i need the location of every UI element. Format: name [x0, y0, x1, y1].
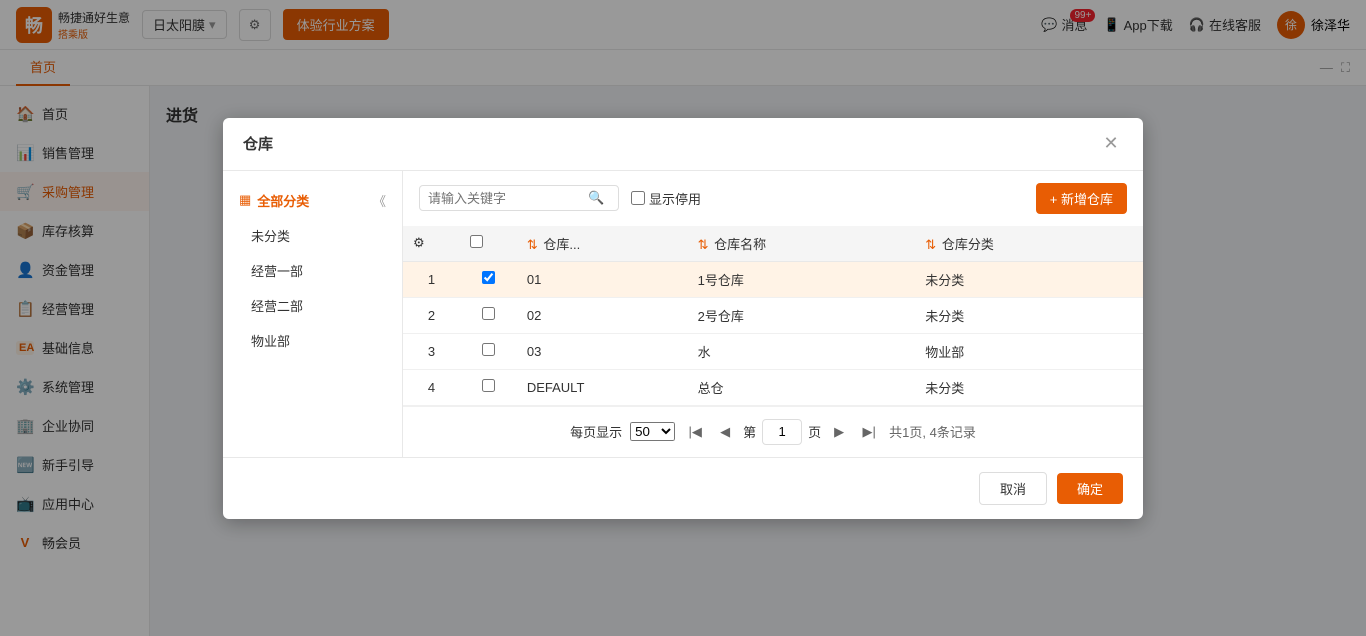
table-row[interactable]: 4 DEFAULT 总仓 未分类 — [403, 369, 1143, 405]
category-all-item[interactable]: ▦ 全部分类 《 — [223, 183, 402, 218]
grid-icon: ▦ — [239, 192, 251, 208]
last-page-btn[interactable]: ▶| — [857, 420, 881, 444]
category-item-2[interactable]: 经营二部 — [223, 288, 402, 323]
category-item-0[interactable]: 未分类 — [223, 218, 402, 253]
first-page-btn[interactable]: |◀ — [683, 420, 707, 444]
prev-page-btn[interactable]: ◀ — [713, 420, 737, 444]
row-index: 2 — [403, 297, 460, 333]
cancel-button[interactable]: 取消 — [979, 472, 1047, 505]
per-page-select[interactable]: 50 100 — [630, 422, 675, 441]
show-disabled-toggle[interactable]: 显示停用 — [631, 189, 701, 208]
show-disabled-checkbox[interactable] — [631, 191, 645, 205]
page-unit: 页 — [808, 422, 821, 441]
row-category: 未分类 — [915, 297, 1143, 333]
row-index: 3 — [403, 333, 460, 369]
row-name: 2号仓库 — [688, 297, 916, 333]
search-input[interactable] — [428, 191, 588, 206]
search-field[interactable]: 🔍 — [419, 185, 619, 211]
category-panel: ▦ 全部分类 《 未分类 经营一部 经营二部 物业部 — [223, 171, 403, 457]
row-name: 1号仓库 — [688, 261, 916, 297]
warehouse-modal: 仓库 ✕ ▦ 全部分类 《 未分类 经营一部 经营二部 物业部 — [223, 118, 1143, 519]
sort-cat-icon: ⇅ — [925, 237, 936, 252]
category-collapse-icon[interactable]: 《 — [373, 191, 386, 210]
category-item-1[interactable]: 经营一部 — [223, 253, 402, 288]
row-checkbox[interactable] — [482, 307, 495, 320]
confirm-button[interactable]: 确定 — [1057, 473, 1123, 504]
per-page-label: 每页显示 — [570, 422, 622, 441]
category-item-3[interactable]: 物业部 — [223, 323, 402, 358]
row-code: DEFAULT — [517, 369, 688, 405]
row-check[interactable] — [460, 333, 517, 369]
table-toolbar: 🔍 显示停用 + 新增仓库 — [403, 171, 1143, 226]
row-category: 未分类 — [915, 369, 1143, 405]
row-index: 4 — [403, 369, 460, 405]
table-scroll: ⚙ ⇅ 仓库... ⇅ — [403, 226, 1143, 406]
row-check[interactable] — [460, 261, 517, 297]
row-checkbox[interactable] — [482, 379, 495, 392]
modal-footer: 取消 确定 — [223, 457, 1143, 519]
column-settings-icon[interactable]: ⚙ — [413, 235, 425, 250]
row-checkbox[interactable] — [482, 343, 495, 356]
modal-body: ▦ 全部分类 《 未分类 经营一部 经营二部 物业部 🔍 — [223, 171, 1143, 457]
table-body: 1 01 1号仓库 未分类 2 02 2号仓库 未分类 3 03 水 物业部 4… — [403, 261, 1143, 405]
row-category: 物业部 — [915, 333, 1143, 369]
select-all-checkbox[interactable] — [470, 235, 483, 248]
th-check — [460, 226, 517, 262]
sort-name-icon: ⇅ — [698, 237, 709, 252]
add-warehouse-button[interactable]: + 新增仓库 — [1036, 183, 1127, 214]
modal-close-icon[interactable]: ✕ — [1099, 132, 1123, 156]
page-info: 共1页, 4条记录 — [889, 422, 976, 441]
modal-header: 仓库 ✕ — [223, 118, 1143, 171]
row-code: 01 — [517, 261, 688, 297]
row-checkbox[interactable] — [482, 271, 495, 284]
row-check[interactable] — [460, 369, 517, 405]
row-category: 未分类 — [915, 261, 1143, 297]
search-icon[interactable]: 🔍 — [588, 190, 604, 206]
pagination: 每页显示 50 100 |◀ ◀ 第 页 ▶ ▶| 共1页, 4条记录 — [403, 406, 1143, 457]
modal-title: 仓库 — [243, 133, 273, 154]
row-name: 水 — [688, 333, 916, 369]
th-category[interactable]: ⇅ 仓库分类 — [915, 226, 1143, 262]
page-label: 第 — [743, 422, 756, 441]
row-code: 02 — [517, 297, 688, 333]
row-name: 总仓 — [688, 369, 916, 405]
table-row[interactable]: 1 01 1号仓库 未分类 — [403, 261, 1143, 297]
table-header-row: ⚙ ⇅ 仓库... ⇅ — [403, 226, 1143, 262]
page-nav: |◀ ◀ 第 页 ▶ ▶| — [683, 419, 881, 445]
row-check[interactable] — [460, 297, 517, 333]
next-page-btn[interactable]: ▶ — [827, 420, 851, 444]
table-row[interactable]: 2 02 2号仓库 未分类 — [403, 297, 1143, 333]
th-name[interactable]: ⇅ 仓库名称 — [688, 226, 916, 262]
row-code: 03 — [517, 333, 688, 369]
table-row[interactable]: 3 03 水 物业部 — [403, 333, 1143, 369]
th-gear: ⚙ — [403, 226, 460, 262]
page-input[interactable] — [762, 419, 802, 445]
modal-overlay: 仓库 ✕ ▦ 全部分类 《 未分类 经营一部 经营二部 物业部 — [0, 0, 1366, 636]
th-code[interactable]: ⇅ 仓库... — [517, 226, 688, 262]
row-index: 1 — [403, 261, 460, 297]
sort-code-icon: ⇅ — [527, 237, 538, 252]
warehouse-table: ⚙ ⇅ 仓库... ⇅ — [403, 226, 1143, 406]
table-panel: 🔍 显示停用 + 新增仓库 ⚙ — [403, 171, 1143, 457]
